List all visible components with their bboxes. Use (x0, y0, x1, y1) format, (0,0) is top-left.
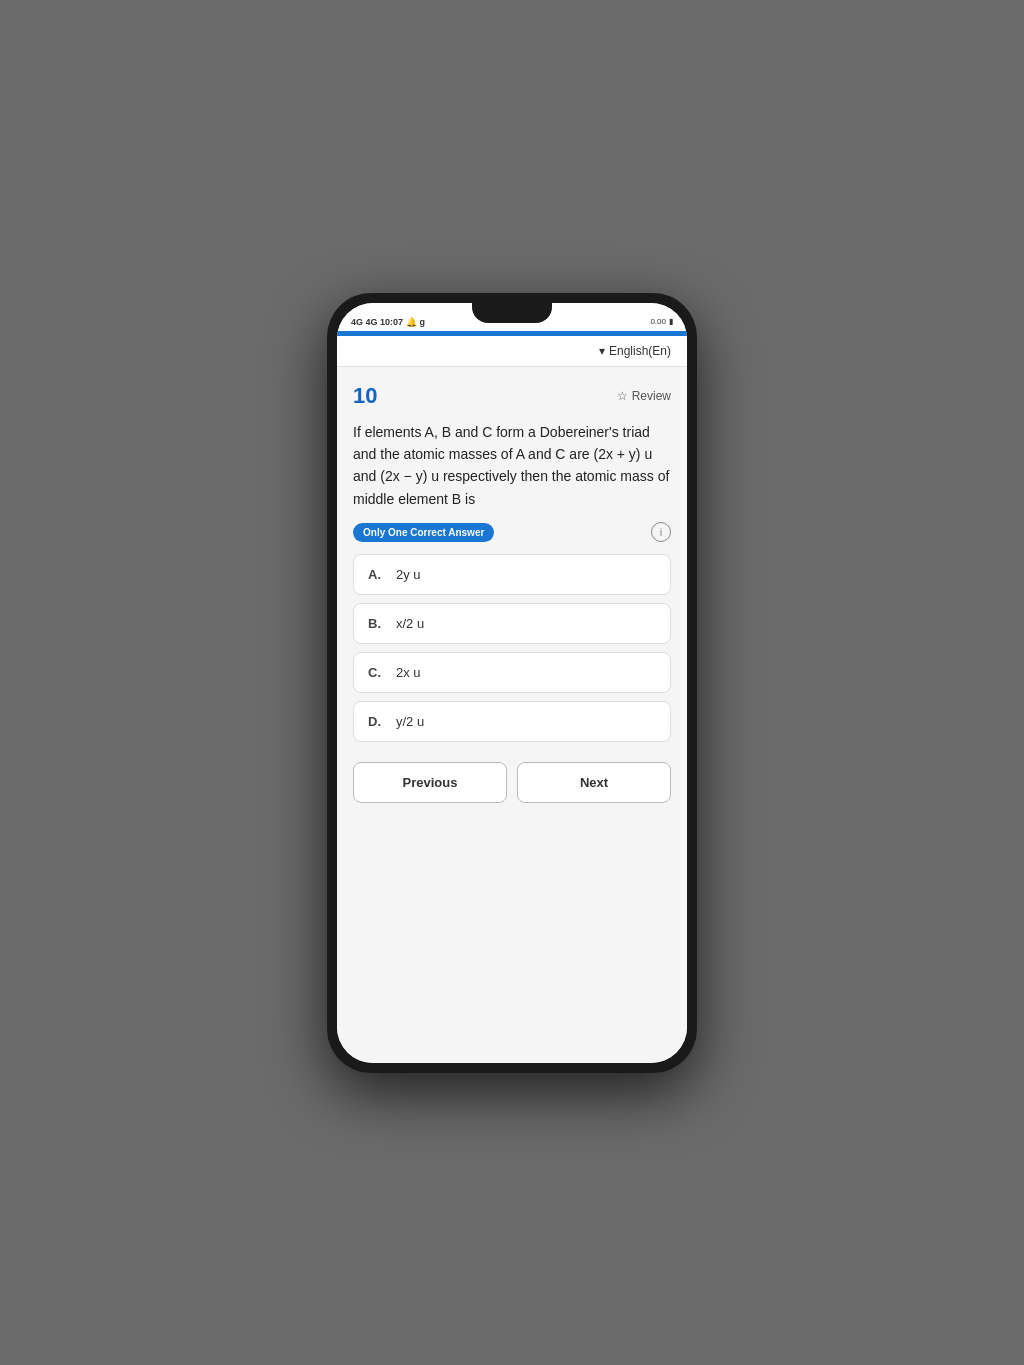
phone-frame: 4G 4G 10:07 🔔 g 0.00 ▮ ▾ English(En) 10 (327, 293, 697, 1073)
question-text: If elements A, B and C form a Dobereiner… (353, 421, 671, 511)
previous-button[interactable]: Previous (353, 762, 507, 803)
content-area: 10 ☆ Review If elements A, B and C form … (337, 367, 687, 1063)
chevron-down-icon: ▾ (599, 344, 605, 358)
status-left: 4G 4G 10:07 🔔 g (351, 317, 425, 327)
review-button[interactable]: ☆ Review (617, 389, 671, 403)
battery-info: 0.00 (650, 317, 666, 326)
option-c[interactable]: C. 2x u (353, 652, 671, 693)
review-label: Review (632, 389, 671, 403)
language-selector[interactable]: ▾ English(En) (599, 344, 671, 358)
status-right: 0.00 ▮ (650, 317, 673, 326)
option-d[interactable]: D. y/2 u (353, 701, 671, 742)
option-b-text: x/2 u (396, 616, 424, 631)
option-a-label: A. (368, 567, 386, 582)
question-header: 10 ☆ Review (353, 383, 671, 409)
option-c-label: C. (368, 665, 386, 680)
option-d-label: D. (368, 714, 386, 729)
battery-icon: ▮ (669, 317, 673, 326)
status-time: 4G 4G 10:07 (351, 317, 403, 327)
star-icon: ☆ (617, 389, 628, 403)
badge-row: Only One Correct Answer i (353, 522, 671, 542)
info-icon[interactable]: i (651, 522, 671, 542)
language-bar: ▾ English(En) (337, 336, 687, 367)
question-number: 10 (353, 383, 377, 409)
answer-type-badge: Only One Correct Answer (353, 523, 494, 542)
option-a-text: 2y u (396, 567, 421, 582)
option-a[interactable]: A. 2y u (353, 554, 671, 595)
options-list: A. 2y u B. x/2 u C. 2x u D. y/2 u (353, 554, 671, 742)
next-button[interactable]: Next (517, 762, 671, 803)
phone-screen: 4G 4G 10:07 🔔 g 0.00 ▮ ▾ English(En) 10 (337, 303, 687, 1063)
status-icons: 🔔 g (406, 317, 425, 327)
option-b[interactable]: B. x/2 u (353, 603, 671, 644)
navigation-buttons: Previous Next (353, 754, 671, 807)
phone-notch (472, 303, 552, 323)
option-c-text: 2x u (396, 665, 421, 680)
option-b-label: B. (368, 616, 386, 631)
language-label: English(En) (609, 344, 671, 358)
option-d-text: y/2 u (396, 714, 424, 729)
